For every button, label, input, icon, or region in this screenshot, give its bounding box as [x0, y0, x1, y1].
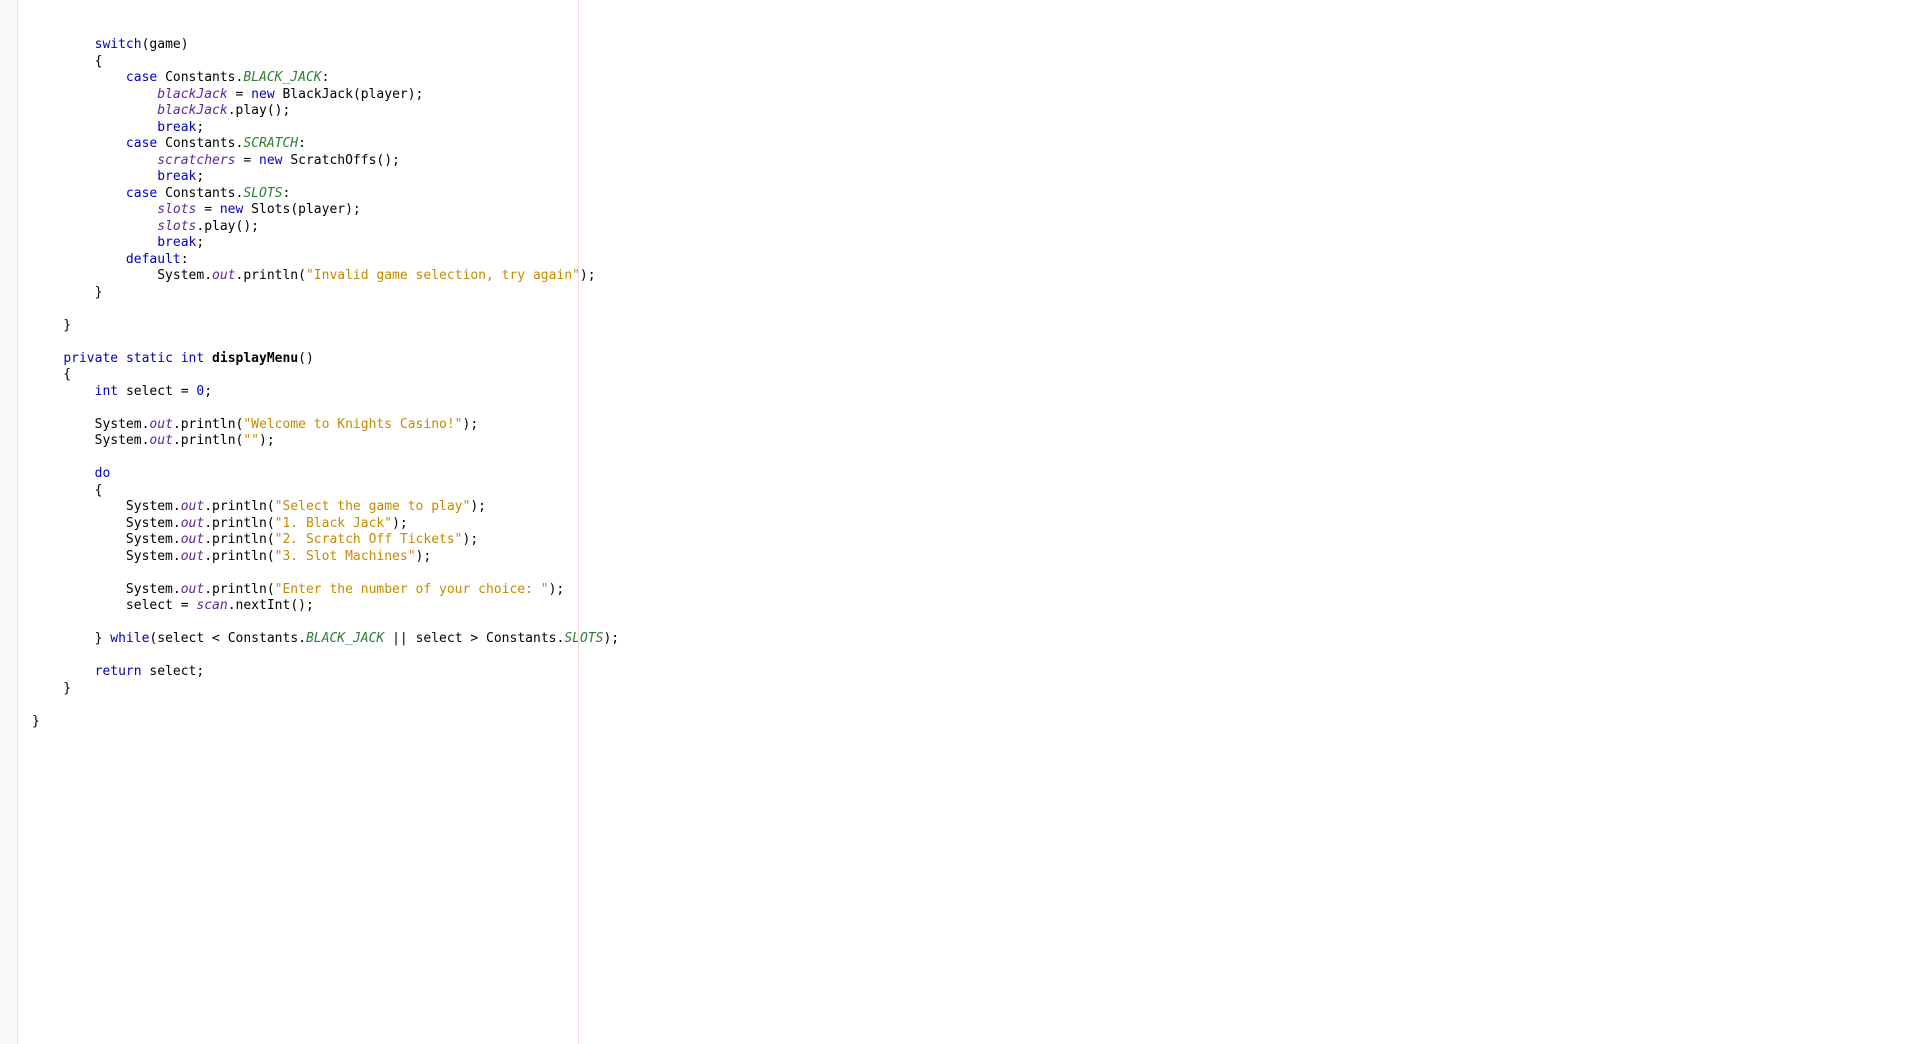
code-editor[interactable]: switch(game) { case Constants.BLACK_JACK…: [0, 0, 1911, 1044]
fold-gutter: [18, 0, 28, 1044]
code-content[interactable]: switch(game) { case Constants.BLACK_JACK…: [28, 0, 1911, 1044]
line-number-gutter: [0, 0, 18, 1044]
source-code[interactable]: switch(game) { case Constants.BLACK_JACK…: [32, 37, 1911, 730]
